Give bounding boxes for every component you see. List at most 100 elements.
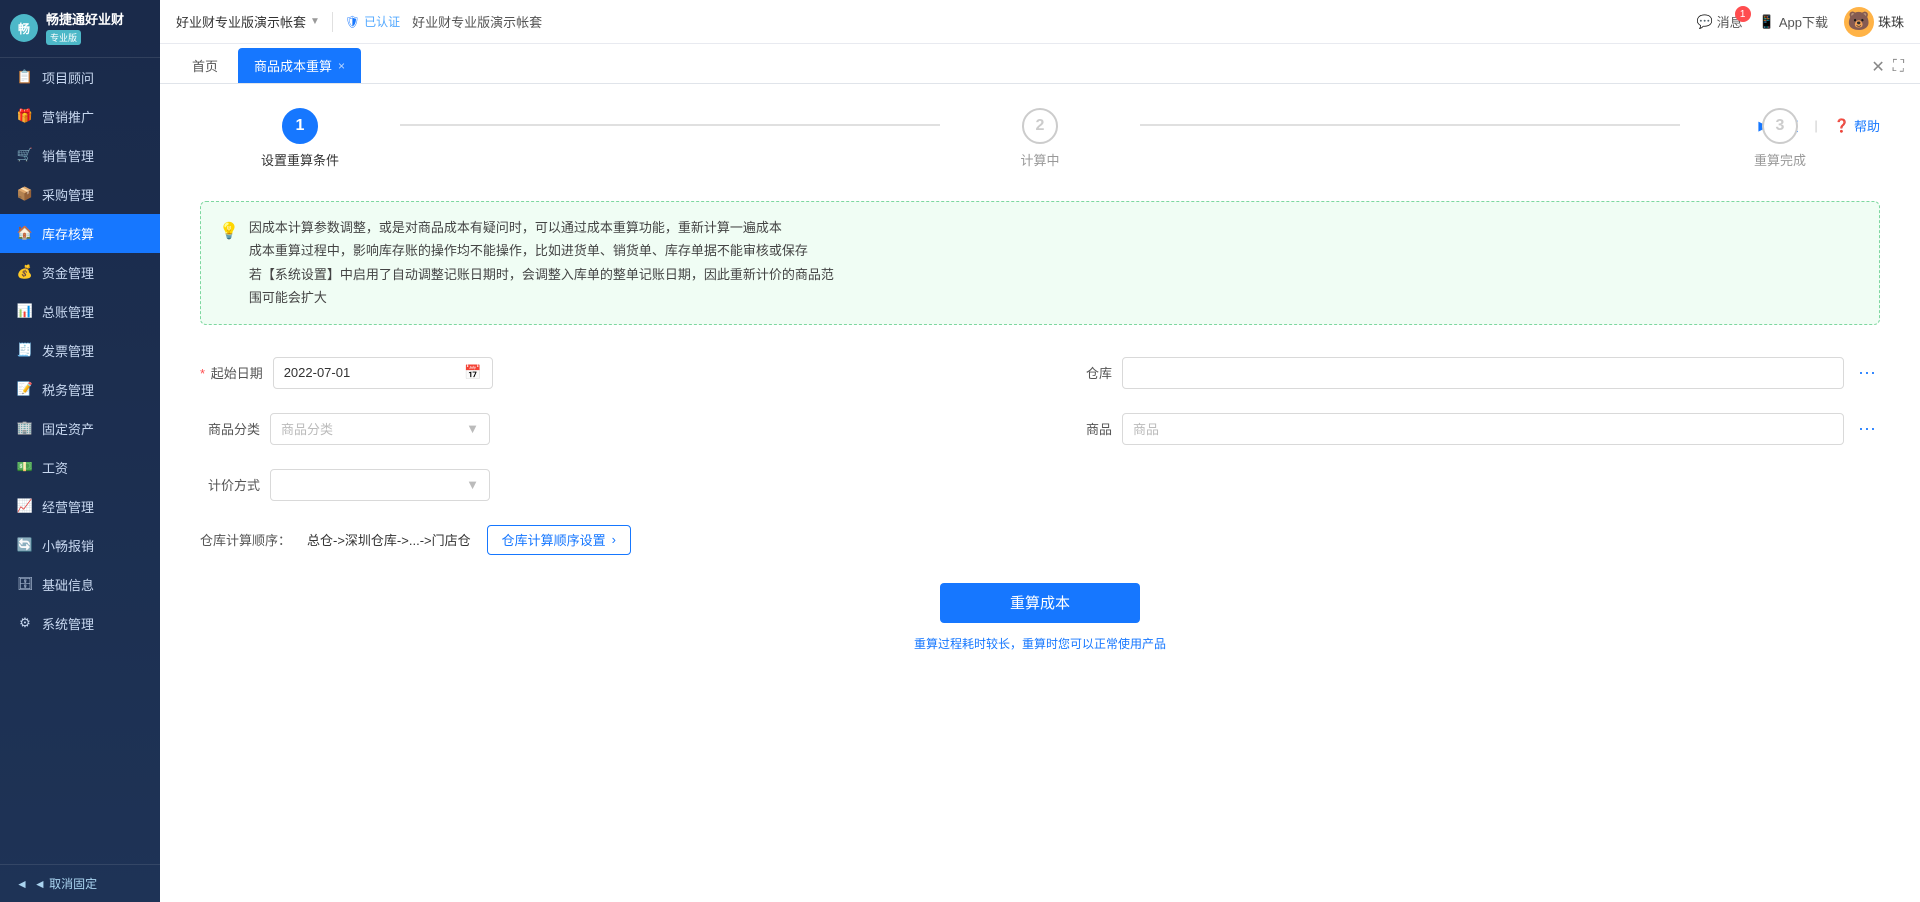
sidebar-item-label: 采购管理 (42, 185, 94, 204)
system-icon: ⚙ (16, 614, 34, 632)
settings-label: 仓库计算顺序设置 (502, 530, 606, 549)
form-row-1: * 起始日期 2022-07-01 📅 仓库 ··· (200, 357, 1880, 389)
sidebar-item-finance[interactable]: 💰 资金管理 (0, 253, 160, 292)
sidebar-item-label: 系统管理 (42, 614, 94, 633)
warehouse-more-btn[interactable]: ··· (1854, 362, 1880, 383)
sidebar-item-sales[interactable]: 🛒 销售管理 (0, 136, 160, 175)
topbar-divider (332, 12, 333, 32)
message-icon: 💬 (1696, 14, 1712, 30)
step-2: 2 计算中 (940, 108, 1140, 169)
finance-icon: 💰 (16, 263, 34, 281)
tabbar-right: ✕ ⛶ (1871, 57, 1904, 83)
goods-more-btn[interactable]: ··· (1854, 418, 1880, 439)
chevron-down-icon-2: ▼ (466, 477, 479, 492)
sidebar-item-system[interactable]: ⚙ 系统管理 (0, 604, 160, 643)
salary-icon: 💵 (16, 458, 34, 476)
user-avatar-area[interactable]: 🐻 珠珠 (1844, 7, 1904, 37)
sidebar-item-project[interactable]: 📋 项目顾问 (0, 58, 160, 97)
submit-note: 重算过程耗时较长，重算时您可以正常使用产品 (914, 635, 1166, 652)
username: 珠珠 (1878, 12, 1904, 31)
account-name: 好业财专业版演示帐套 (176, 12, 306, 31)
notification-badge: 1 (1735, 6, 1751, 22)
sidebar: 畅 畅捷通好业财 专业版 📋 项目顾问 🎁 营销推广 🛒 销售管理 📦 采购管理… (0, 0, 160, 902)
price-method-label: 计价方式 (200, 475, 260, 494)
goods-field: 商品 商品 ··· (1052, 413, 1880, 445)
category-select[interactable]: 商品分类 ▼ (270, 413, 490, 445)
start-date-input[interactable]: 2022-07-01 📅 (273, 357, 493, 389)
stepper: 1 设置重算条件 2 计算中 3 重算完成 ▶ 视频 (200, 108, 1880, 169)
phone-icon: 📱 (1759, 14, 1775, 30)
step-3: 3 重算完成 (1680, 108, 1880, 169)
sidebar-item-invoice[interactable]: 🧾 发票管理 (0, 331, 160, 370)
company-name: 好业财专业版演示帐套 (412, 12, 542, 31)
info-line-3: 若【系统设置】中启用了自动调整记账日期时，会调整入库单的整单记账日期，因此重新计… (249, 263, 834, 286)
sidebar-nav: 📋 项目顾问 🎁 营销推广 🛒 销售管理 📦 采购管理 🏠 库存核算 💰 资金管… (0, 58, 160, 864)
info-content: 因成本计算参数调整，或是对商品成本有疑问时，可以通过成本重算功能，重新计算一遍成… (249, 216, 834, 310)
expand-window-btn[interactable]: ⛶ (1893, 58, 1904, 76)
tab-home[interactable]: 首页 (176, 48, 234, 83)
category-placeholder: 商品分类 (281, 419, 333, 438)
sidebar-item-label: 项目顾问 (42, 68, 94, 87)
price-method-field: 计价方式 ▼ (200, 469, 1028, 501)
form-row-2: 商品分类 商品分类 ▼ 商品 商品 ··· (200, 413, 1880, 445)
start-date-label: * 起始日期 (200, 363, 263, 382)
sidebar-logo: 畅 (10, 14, 38, 42)
goods-input[interactable]: 商品 (1122, 413, 1844, 445)
sidebar-item-salary[interactable]: 💵 工资 (0, 448, 160, 487)
app-download-btn[interactable]: 📱 App下载 (1759, 12, 1828, 31)
project-icon: 📋 (16, 68, 34, 86)
sidebar-item-label: 固定资产 (42, 419, 94, 438)
invoice-icon: 🧾 (16, 341, 34, 359)
sidebar-item-marketing[interactable]: 🎁 营销推广 (0, 97, 160, 136)
sidebar-item-inventory[interactable]: 🏠 库存核算 (0, 214, 160, 253)
recalculate-btn[interactable]: 重算成本 (940, 583, 1140, 623)
step-line-1 (400, 124, 940, 126)
sidebar-item-tax[interactable]: 📝 税务管理 (0, 370, 160, 409)
price-method-select[interactable]: ▼ (270, 469, 490, 501)
goods-placeholder: 商品 (1133, 419, 1159, 438)
sidebar-item-reports[interactable]: 🔄 小畅报销 (0, 526, 160, 565)
main-area: 好业财专业版演示帐套 ▼ 🛡 已认证 好业财专业版演示帐套 💬 消息 1 📱 A… (160, 0, 1920, 902)
sidebar-item-label: 税务管理 (42, 380, 94, 399)
submit-area: 重算成本 重算过程耗时较长，重算时您可以正常使用产品 (200, 583, 1880, 652)
sidebar-badge: 专业版 (46, 30, 81, 45)
close-window-btn[interactable]: ✕ (1871, 57, 1884, 77)
content-area: 1 设置重算条件 2 计算中 3 重算完成 ▶ 视频 (160, 84, 1920, 902)
chevron-right-icon: › (612, 532, 616, 547)
info-line-4: 围可能会扩大 (249, 286, 834, 309)
sidebar-item-accounting[interactable]: 📊 总账管理 (0, 292, 160, 331)
calendar-icon: 📅 (464, 364, 481, 381)
warehouse-input[interactable] (1122, 357, 1844, 389)
tab-cost-recalc[interactable]: 商品成本重算 × (238, 48, 361, 83)
sidebar-pin-toggle[interactable]: ◄ ◄ 取消固定 (0, 864, 160, 902)
sidebar-item-assets[interactable]: 🏢 固定资产 (0, 409, 160, 448)
step-3-label: 重算完成 (1754, 150, 1806, 169)
step-line-2 (1140, 124, 1680, 126)
sidebar-item-label: 营销推广 (42, 107, 94, 126)
warehouse-field: 仓库 ··· (1052, 357, 1880, 389)
sidebar-item-operations[interactable]: 📈 经营管理 (0, 487, 160, 526)
sidebar-item-purchase[interactable]: 📦 采购管理 (0, 175, 160, 214)
chevron-down-icon: ▼ (310, 16, 320, 27)
inventory-icon: 🏠 (16, 224, 34, 242)
marketing-icon: 🎁 (16, 107, 34, 125)
pin-icon: ◄ (16, 877, 28, 891)
warehouse-order-settings-btn[interactable]: 仓库计算顺序设置 › (487, 525, 631, 555)
sidebar-item-label: 发票管理 (42, 341, 94, 360)
account-selector[interactable]: 好业财专业版演示帐套 ▼ (176, 12, 320, 31)
sidebar-item-label: 资金管理 (42, 263, 94, 282)
tab-close-icon[interactable]: × (338, 59, 345, 73)
message-btn[interactable]: 💬 消息 1 (1696, 12, 1742, 31)
warehouse-label: 仓库 (1052, 363, 1112, 382)
form-row-3: 计价方式 ▼ (200, 469, 1880, 501)
shield-icon: 🛡 (345, 15, 360, 29)
category-field: 商品分类 商品分类 ▼ (200, 413, 1028, 445)
assets-icon: 🏢 (16, 419, 34, 437)
basic-icon: 🗄 (16, 575, 34, 593)
sidebar-item-basic[interactable]: 🗄 基础信息 (0, 565, 160, 604)
avatar: 🐻 (1844, 7, 1874, 37)
info-line-2: 成本重算过程中，影响库存账的操作均不能操作，比如进货单、销货单、库存单据不能审核… (249, 239, 834, 262)
sidebar-item-label: 工资 (42, 458, 68, 477)
step-2-circle: 2 (1022, 108, 1058, 144)
app-label: App下载 (1779, 12, 1828, 31)
